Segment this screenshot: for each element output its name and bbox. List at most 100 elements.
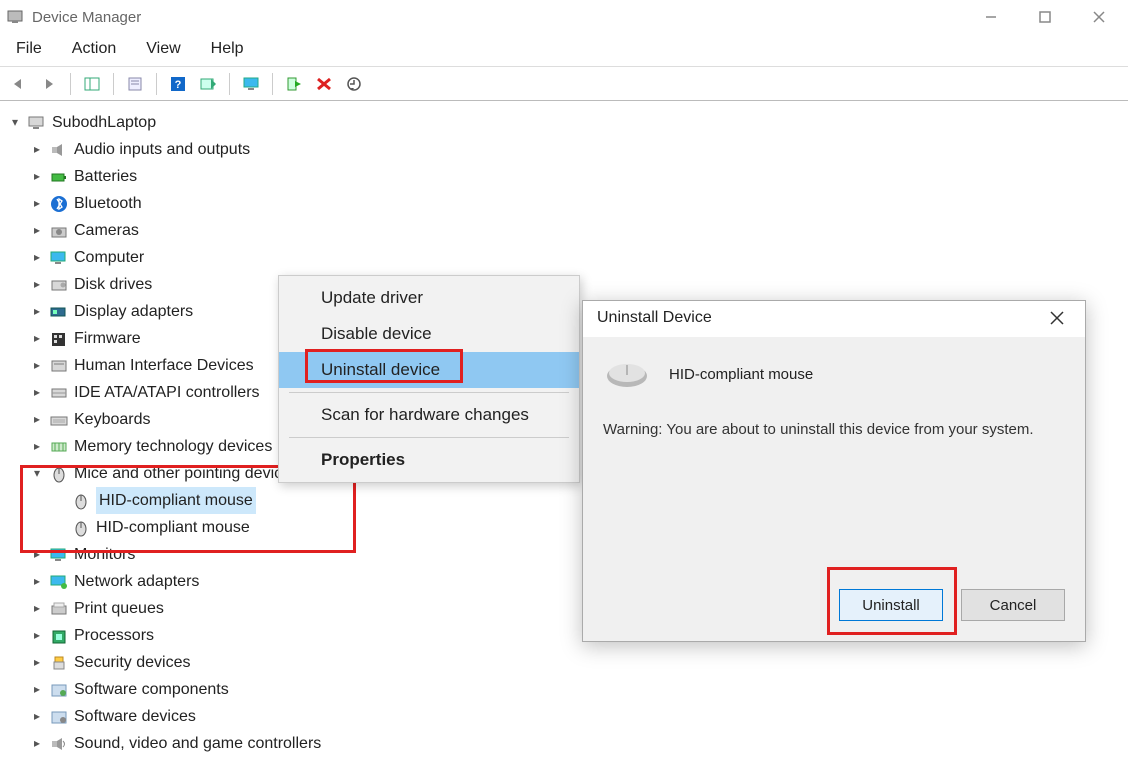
chevron-right-icon[interactable]: ▸ [26,136,48,163]
close-button[interactable] [1084,5,1114,29]
tree-category[interactable]: ▸ Batteries [4,163,1124,190]
computer-icon [26,112,48,134]
battery-icon [48,166,70,188]
keyboard-icon [48,409,70,431]
tree-item-label: Sound, video and game controllers [74,730,321,757]
chevron-right-icon[interactable]: ▸ [26,325,48,352]
chevron-right-icon[interactable]: ▸ [26,676,48,703]
mouse-icon [70,490,92,512]
chevron-right-icon[interactable]: ▸ [26,244,48,271]
security-icon [48,652,70,674]
chevron-right-icon[interactable]: ▸ [26,352,48,379]
display-adapter-icon [48,301,70,323]
tree-item-label: Human Interface Devices [74,352,254,379]
menu-help[interactable]: Help [207,38,248,60]
dialog-close-button[interactable] [1049,310,1073,326]
minimize-button[interactable] [976,5,1006,29]
app-icon [6,8,24,26]
tree-category[interactable]: ▸ Computer [4,244,1124,271]
tree-root-label: SubodhLaptop [52,109,156,136]
chevron-right-icon[interactable]: ▸ [26,271,48,298]
tree-item-label: Memory technology devices [74,433,272,460]
disk-icon [48,274,70,296]
monitor-icon [48,544,70,566]
tree-item-label: Print queues [74,595,164,622]
tree-item-label: Monitors [74,541,135,568]
tree-root[interactable]: ▾ SubodhLaptop [4,109,1124,136]
dialog-device-name: HID-compliant mouse [669,366,813,383]
tree-item-label: Software components [74,676,229,703]
chevron-right-icon[interactable]: ▸ [26,217,48,244]
tree-category[interactable]: ▸ Software devices [4,703,1124,730]
show-hide-tree-button[interactable] [79,72,105,96]
toolbar: ? [0,67,1128,101]
mouse-icon [603,359,651,389]
back-button[interactable] [6,72,32,96]
ide-icon [48,382,70,404]
tree-item-label: Batteries [74,163,137,190]
chevron-down-icon[interactable]: ▾ [4,109,26,136]
tree-item-label: HID-compliant mouse [96,487,256,514]
uninstall-device-button[interactable] [311,72,337,96]
help-button[interactable]: ? [165,72,191,96]
tree-item-label: Firmware [74,325,141,352]
forward-button[interactable] [36,72,62,96]
chevron-right-icon[interactable]: ▸ [26,190,48,217]
tree-category[interactable]: ▸ Cameras [4,217,1124,244]
chevron-right-icon[interactable]: ▸ [26,379,48,406]
context-menu-scan-hardware[interactable]: Scan for hardware changes [279,397,579,433]
tree-item-label: Software devices [74,703,196,730]
context-menu-disable-device[interactable]: Disable device [279,316,579,352]
chevron-right-icon[interactable]: ▸ [26,622,48,649]
tree-category[interactable]: ▸ Software components [4,676,1124,703]
chevron-right-icon[interactable]: ▸ [26,406,48,433]
separator [289,392,569,393]
tree-item-label: Mice and other pointing devices [74,460,299,487]
hid-icon [48,355,70,377]
context-menu-properties[interactable]: Properties [279,442,579,478]
svg-text:?: ? [175,79,182,91]
enable-device-button[interactable] [281,72,307,96]
chevron-right-icon[interactable]: ▸ [26,568,48,595]
tree-item-label: IDE ATA/ATAPI controllers [74,379,260,406]
tree-item-label: Display adapters [74,298,193,325]
context-menu-update-driver[interactable]: Update driver [279,280,579,316]
uninstall-button[interactable]: Uninstall [839,589,943,621]
tree-item-label: Network adapters [74,568,199,595]
window-title: Device Manager [32,9,141,26]
chevron-right-icon[interactable]: ▸ [26,703,48,730]
tree-item-label: Disk drives [74,271,152,298]
chevron-right-icon[interactable]: ▸ [26,163,48,190]
bluetooth-icon [48,193,70,215]
mouse-icon [48,463,70,485]
menu-file[interactable]: File [12,38,46,60]
chevron-right-icon[interactable]: ▸ [26,649,48,676]
update-driver-button[interactable] [341,72,367,96]
maximize-button[interactable] [1030,5,1060,29]
tree-category[interactable]: ▸ Audio inputs and outputs [4,136,1124,163]
menu-action[interactable]: Action [68,38,120,60]
chevron-right-icon[interactable]: ▸ [26,541,48,568]
dialog-warning-text: Warning: You are about to uninstall this… [603,421,1065,438]
tree-category[interactable]: ▸ Bluetooth [4,190,1124,217]
chevron-right-icon[interactable]: ▸ [26,298,48,325]
chevron-down-icon[interactable]: ▾ [26,460,48,487]
firmware-icon [48,328,70,350]
tree-category[interactable]: ▸ Sound, video and game controllers [4,730,1124,757]
cancel-button[interactable]: Cancel [961,589,1065,621]
chevron-right-icon[interactable]: ▸ [26,730,48,757]
memory-icon [48,436,70,458]
tree-item-label: Computer [74,244,144,271]
computer-icon [48,247,70,269]
monitor-toolbar-button[interactable] [238,72,264,96]
tree-category[interactable]: ▸ Security devices [4,649,1124,676]
menu-view[interactable]: View [142,38,184,60]
chevron-right-icon[interactable]: ▸ [26,433,48,460]
properties-button[interactable] [122,72,148,96]
context-menu-uninstall-device[interactable]: Uninstall device [279,352,579,388]
chevron-right-icon[interactable]: ▸ [26,595,48,622]
separator [289,437,569,438]
tree-item-label: Security devices [74,649,191,676]
tree-item-label: HID-compliant mouse [96,514,250,541]
scan-hardware-button[interactable] [195,72,221,96]
